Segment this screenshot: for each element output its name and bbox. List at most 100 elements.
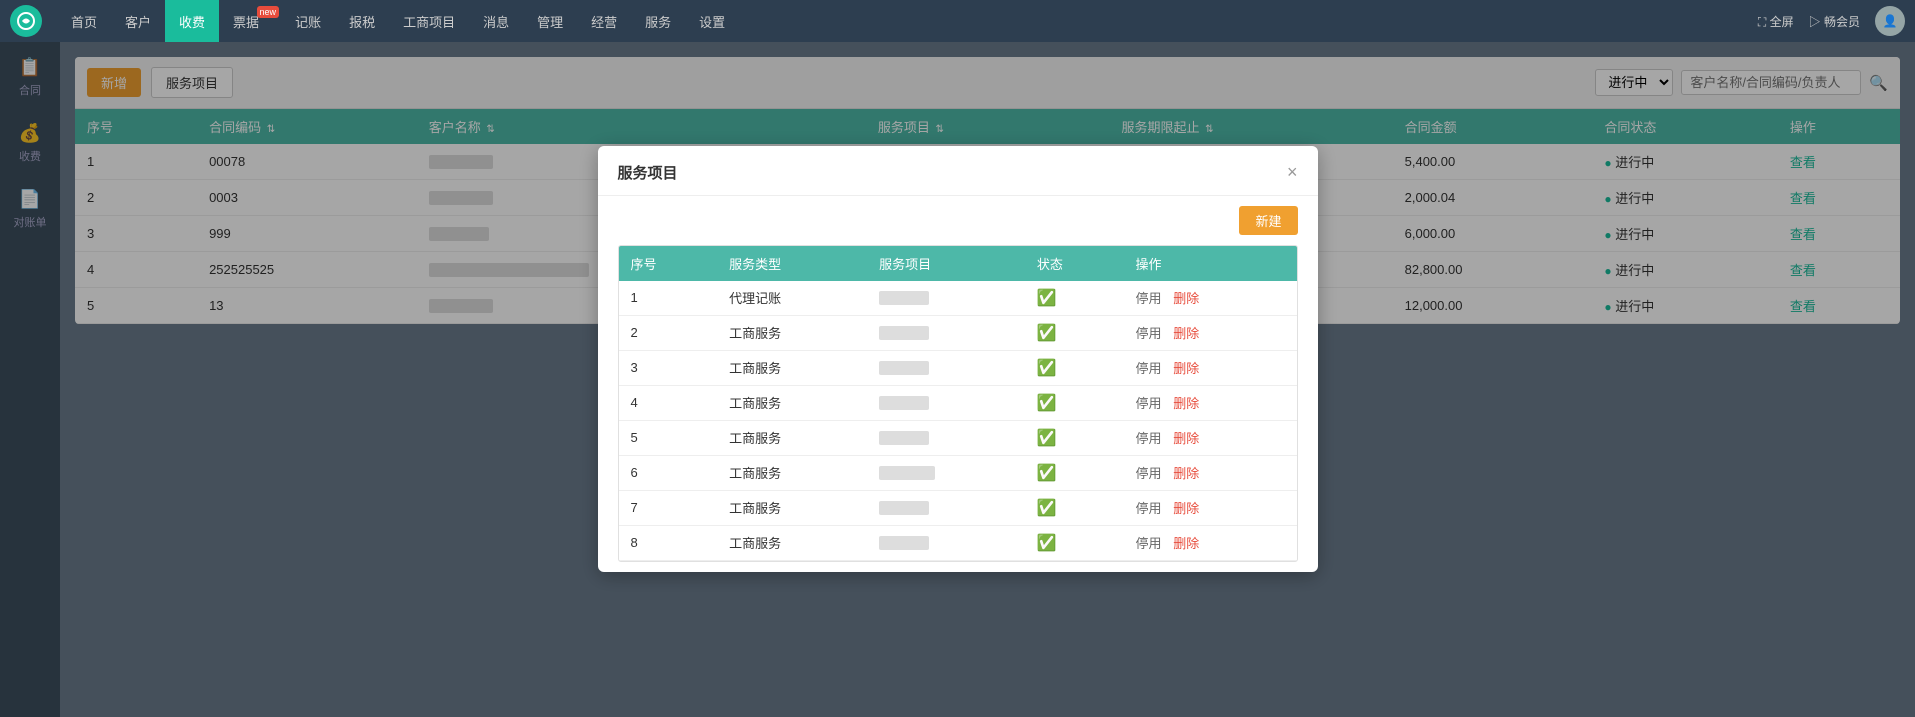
app-body: 📋 合同 💰 收费 📄 对账单 新增 服务项目 进行中 已完成 已终止	[0, 42, 1915, 717]
modal-cell-item: ████1	[867, 281, 1025, 316]
status-check-icon: ✅	[1037, 430, 1057, 447]
new-badge: new	[257, 6, 280, 18]
modal-cell-type: 工商服务	[717, 455, 867, 490]
nav-business[interactable]: 工商项目	[389, 0, 469, 42]
modal-cell-actions: 停用 删除	[1124, 350, 1297, 385]
modal-table-row: 8 工商服务 ████注册 ✅ 停用 删除	[619, 525, 1297, 560]
modal-toolbar: 新建	[618, 206, 1298, 235]
delete-button[interactable]: 删除	[1173, 291, 1199, 306]
delete-button[interactable]: 删除	[1173, 501, 1199, 516]
modal-cell-status: ✅	[1025, 281, 1124, 316]
status-check-icon: ✅	[1037, 360, 1057, 377]
modal-cell-seq: 5	[619, 420, 718, 455]
modal-table-row: 7 工商服务 ████ ✅ 停用 删除	[619, 490, 1297, 525]
modal-cell-type: 工商服务	[717, 385, 867, 420]
modal-cell-status: ✅	[1025, 350, 1124, 385]
modal-cell-actions: 停用 删除	[1124, 385, 1297, 420]
fullscreen-label[interactable]: ⛶ 全屏	[1758, 13, 1794, 30]
nav-ticket[interactable]: 票据 new	[219, 0, 281, 42]
delete-button[interactable]: 删除	[1173, 431, 1199, 446]
modal-th-type: 服务类型	[717, 246, 867, 281]
disable-button[interactable]: 停用	[1136, 431, 1162, 446]
disable-button[interactable]: 停用	[1136, 466, 1162, 481]
modal-cell-seq: 4	[619, 385, 718, 420]
modal-table-wrap[interactable]: 序号 服务类型 服务项目 状态 操作 1 代理记账 ████1 ✅	[618, 245, 1298, 562]
modal-th-status: 状态	[1025, 246, 1124, 281]
modal-cell-status: ✅	[1025, 420, 1124, 455]
modal-cell-type: 工商服务	[717, 350, 867, 385]
user-avatar[interactable]: 👤	[1875, 6, 1905, 36]
status-check-icon: ✅	[1037, 535, 1057, 552]
modal-table-row: 5 工商服务 ████ ✅ 停用 删除	[619, 420, 1297, 455]
status-check-icon: ✅	[1037, 325, 1057, 342]
member-label[interactable]: ▷ 畅会员	[1809, 13, 1860, 30]
modal-cell-type: 代理记账	[717, 281, 867, 316]
status-check-icon: ✅	[1037, 500, 1057, 517]
status-check-icon: ✅	[1037, 395, 1057, 412]
disable-button[interactable]: 停用	[1136, 536, 1162, 551]
delete-button[interactable]: 删除	[1173, 466, 1199, 481]
modal-new-button[interactable]: 新建	[1239, 206, 1297, 235]
status-check-icon: ✅	[1037, 465, 1057, 482]
nav-fee[interactable]: 收费	[165, 0, 219, 42]
nav-customer[interactable]: 客户	[111, 0, 165, 42]
modal-cell-seq: 8	[619, 525, 718, 560]
nav-tax[interactable]: 报税	[335, 0, 389, 42]
nav-right: ⛶ 全屏 ▷ 畅会员 👤	[1758, 6, 1905, 36]
delete-button[interactable]: 删除	[1173, 396, 1199, 411]
modal-cell-actions: 停用 删除	[1124, 420, 1297, 455]
modal-th-item: 服务项目	[867, 246, 1025, 281]
modal-th-action: 操作	[1124, 246, 1297, 281]
delete-button[interactable]: 删除	[1173, 536, 1199, 551]
disable-button[interactable]: 停用	[1136, 396, 1162, 411]
modal-cell-item: ████	[867, 350, 1025, 385]
modal-cell-item: ████	[867, 385, 1025, 420]
modal-cell-type: 工商服务	[717, 315, 867, 350]
nav-service[interactable]: 服务	[631, 0, 685, 42]
modal-cell-seq: 1	[619, 281, 718, 316]
modal-cell-type: 工商服务	[717, 420, 867, 455]
modal-cell-status: ✅	[1025, 385, 1124, 420]
modal-cell-status: ✅	[1025, 455, 1124, 490]
nav-bookkeeping[interactable]: 记账	[281, 0, 335, 42]
modal-table-row: 1 代理记账 ████1 ✅ 停用 删除	[619, 281, 1297, 316]
nav-operation[interactable]: 经营	[577, 0, 631, 42]
nav-items: 首页 客户 收费 票据 new 记账 报税 工商项目 消息 管理 经营 服务 设…	[57, 0, 1758, 42]
disable-button[interactable]: 停用	[1136, 291, 1162, 306]
service-modal: 服务项目 × 新建 序号 服务类型 服务项目 状态	[598, 146, 1318, 572]
modal-service-table: 序号 服务类型 服务项目 状态 操作 1 代理记账 ████1 ✅	[619, 246, 1297, 561]
delete-button[interactable]: 删除	[1173, 361, 1199, 376]
modal-cell-type: 工商服务	[717, 525, 867, 560]
modal-close-button[interactable]: ×	[1287, 162, 1298, 183]
disable-button[interactable]: 停用	[1136, 501, 1162, 516]
modal-cell-actions: 停用 删除	[1124, 315, 1297, 350]
modal-cell-actions: 停用 删除	[1124, 490, 1297, 525]
modal-body: 新建 序号 服务类型 服务项目 状态 操作	[598, 196, 1318, 572]
modal-cell-item: ████████	[867, 455, 1025, 490]
disable-button[interactable]: 停用	[1136, 361, 1162, 376]
modal-table-row: 2 工商服务 ████ ✅ 停用 删除	[619, 315, 1297, 350]
top-navigation: 首页 客户 收费 票据 new 记账 报税 工商项目 消息 管理 经营 服务 设…	[0, 0, 1915, 42]
disable-button[interactable]: 停用	[1136, 326, 1162, 341]
modal-cell-seq: 6	[619, 455, 718, 490]
modal-cell-item: ████	[867, 315, 1025, 350]
main-content: 新增 服务项目 进行中 已完成 已终止 🔍 序号 合同编	[60, 42, 1915, 717]
nav-home[interactable]: 首页	[57, 0, 111, 42]
delete-button[interactable]: 删除	[1173, 326, 1199, 341]
status-check-icon: ✅	[1037, 290, 1057, 307]
modal-header: 服务项目 ×	[598, 146, 1318, 196]
modal-cell-item: ████	[867, 490, 1025, 525]
modal-cell-status: ✅	[1025, 525, 1124, 560]
nav-settings[interactable]: 设置	[685, 0, 739, 42]
modal-cell-item: ████	[867, 420, 1025, 455]
modal-cell-seq: 2	[619, 315, 718, 350]
modal-cell-status: ✅	[1025, 315, 1124, 350]
modal-cell-item: ████注册	[867, 525, 1025, 560]
modal-cell-status: ✅	[1025, 490, 1124, 525]
nav-manage[interactable]: 管理	[523, 0, 577, 42]
nav-message[interactable]: 消息	[469, 0, 523, 42]
modal-title: 服务项目	[618, 162, 678, 183]
modal-table-row: 4 工商服务 ████ ✅ 停用 删除	[619, 385, 1297, 420]
modal-cell-actions: 停用 删除	[1124, 455, 1297, 490]
modal-th-seq: 序号	[619, 246, 718, 281]
